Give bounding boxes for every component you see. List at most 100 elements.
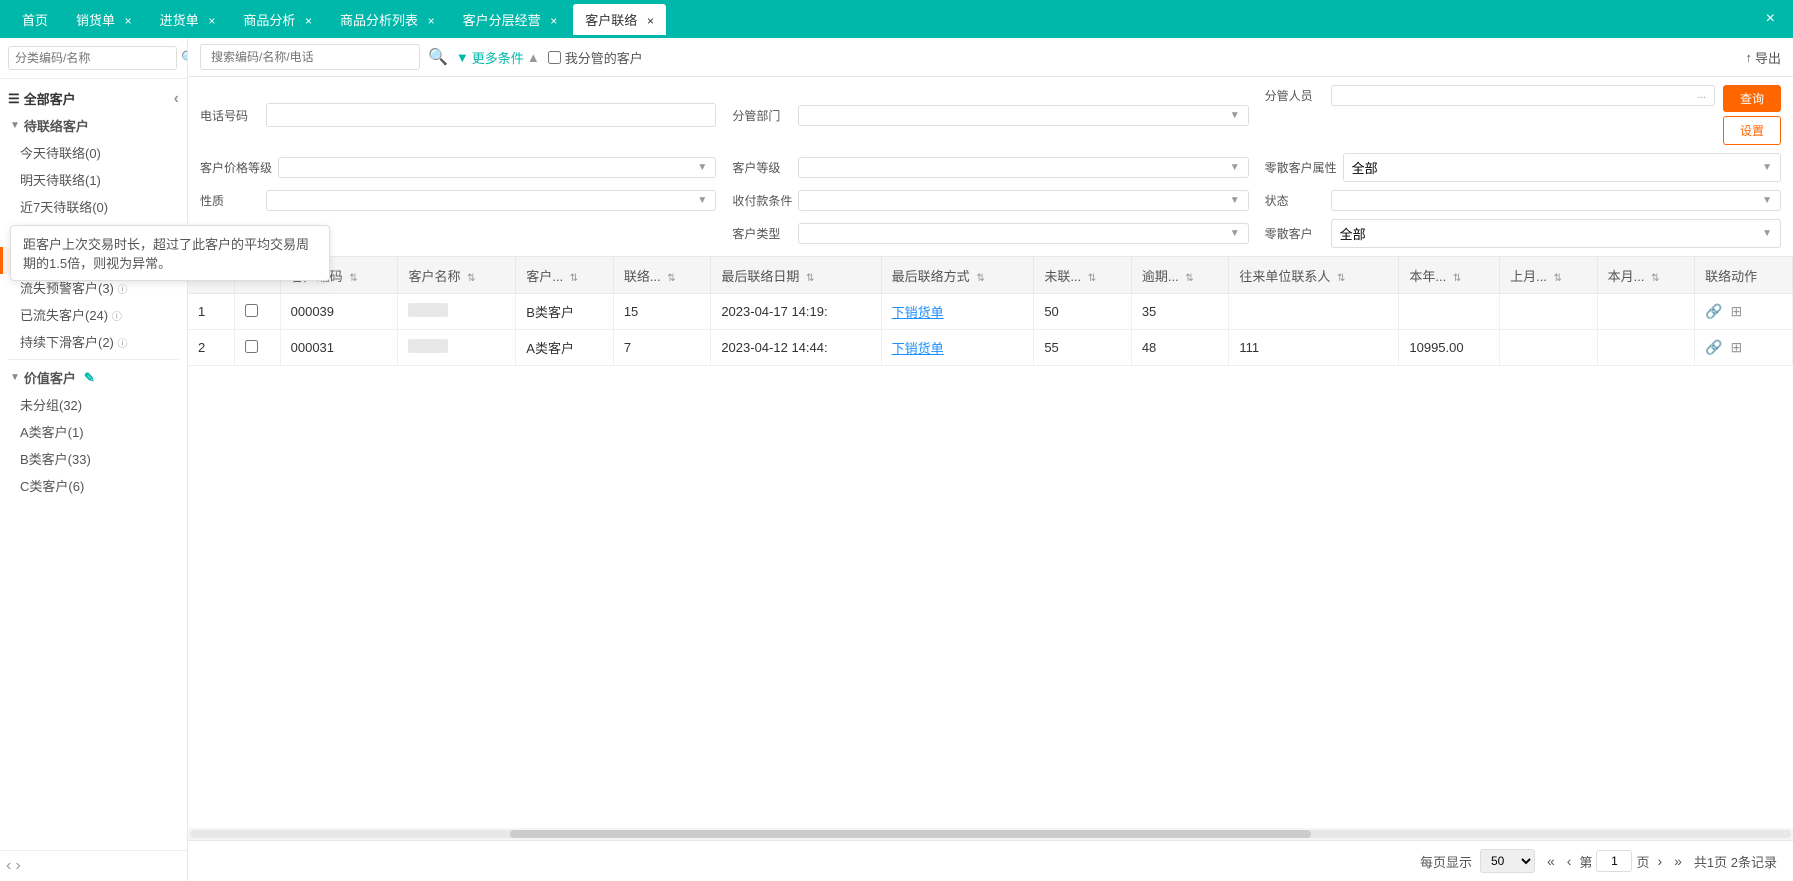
filter-customer-type: 客户类型 ▼: [732, 219, 1248, 248]
table-row: 1 000039 B类客户 15 2023-04-17 14:19:: [188, 294, 1793, 330]
sidebar-item-class-c[interactable]: C类客户(6): [0, 472, 187, 499]
sort-icon[interactable]: ⇅: [349, 273, 357, 284]
sidebar-search-input[interactable]: [8, 46, 177, 70]
row-actions: 🔗 ⊞: [1695, 294, 1793, 330]
prev-page-button[interactable]: ‹: [1563, 851, 1576, 871]
sort-icon[interactable]: ⇅: [1554, 273, 1562, 284]
sidebar-prev-icon[interactable]: ‹: [6, 857, 11, 875]
sort-icon[interactable]: ⇅: [467, 273, 475, 284]
scatter-attr-select[interactable]: 全部 ▼: [1343, 153, 1781, 182]
sidebar-item-class-b[interactable]: B类客户(33): [0, 445, 187, 472]
sort-icon[interactable]: ⇅: [806, 273, 814, 284]
dept-select[interactable]: ▼: [798, 105, 1248, 126]
sidebar-item-class-a[interactable]: A类客户(1): [0, 418, 187, 445]
tab-home[interactable]: 首页: [10, 4, 60, 35]
status-select[interactable]: ▼: [1331, 190, 1781, 211]
row-last-method[interactable]: 下销货单: [881, 330, 1034, 366]
last-page-button[interactable]: »: [1670, 851, 1686, 871]
close-icon[interactable]: ×: [647, 14, 654, 28]
my-customers-filter[interactable]: 我分管的客户: [548, 48, 643, 67]
filter-payment: 收付款条件 ▼: [732, 190, 1248, 211]
tab-customer-layered[interactable]: 客户分层经营 ×: [451, 4, 570, 35]
sidebar-item-today[interactable]: 今天待联络(0): [0, 139, 187, 166]
chevron-down-icon: ▼: [1230, 195, 1240, 206]
group-value-customer[interactable]: ▼ 价值客户 ✎: [0, 364, 187, 391]
col-last-method: 最后联络方式 ⇅: [881, 257, 1034, 294]
sort-icon[interactable]: ⇅: [667, 273, 675, 284]
search-button[interactable]: 🔍: [428, 47, 448, 67]
sort-icon[interactable]: ⇅: [570, 273, 578, 284]
close-icon[interactable]: ×: [305, 14, 312, 28]
group-pending-contact[interactable]: ▼ 待联络客户: [0, 112, 187, 139]
first-page-button[interactable]: «: [1543, 851, 1559, 871]
my-customers-checkbox[interactable]: [548, 51, 561, 64]
row-select-checkbox[interactable]: [245, 340, 258, 353]
query-button[interactable]: 查询: [1723, 85, 1781, 112]
next-page-button[interactable]: ›: [1653, 851, 1666, 871]
pagination: 每页显示 20 50 100 « ‹ 第 页 › » 共1页 2条记录: [188, 840, 1793, 881]
grid-icon[interactable]: ⊞: [1731, 339, 1743, 356]
row-uncontacted: 55: [1034, 330, 1132, 366]
price-level-select[interactable]: ▼: [278, 157, 716, 178]
close-icon[interactable]: ×: [208, 14, 215, 28]
sidebar-search-area: 🔍: [0, 38, 187, 79]
main-content: 🔍 ▼ 更多条件 ▲ 我分管的客户 ↑ 导出 电话号码 分管部: [188, 38, 1793, 881]
collapse-icon[interactable]: ‹: [174, 90, 179, 108]
scatter-customer-select[interactable]: 全部 ▼: [1331, 219, 1781, 248]
data-table-area: ⚙ 客户编码 ⇅ 客户名称 ⇅: [188, 257, 1793, 828]
page-number-input[interactable]: [1596, 850, 1632, 872]
close-icon[interactable]: ×: [428, 14, 435, 28]
sidebar-search-icon[interactable]: 🔍: [181, 50, 188, 66]
sort-icon[interactable]: ⇅: [976, 273, 984, 284]
search-input[interactable]: [200, 44, 420, 70]
sort-icon[interactable]: ⇅: [1453, 273, 1461, 284]
tab-product-analysis-list[interactable]: 商品分析列表 ×: [328, 4, 447, 35]
window-close-button[interactable]: ×: [1758, 6, 1783, 32]
sidebar-item-7days[interactable]: 近7天待联络(0): [0, 193, 187, 220]
contact-icon[interactable]: 🔗: [1705, 339, 1722, 356]
row-checkbox[interactable]: [235, 294, 281, 330]
name-avatar: [408, 303, 448, 317]
tab-sales-order[interactable]: 销货单 ×: [64, 4, 144, 35]
col-name: 客户名称 ⇅: [398, 257, 516, 294]
sort-icon[interactable]: ⇅: [1651, 273, 1659, 284]
close-icon[interactable]: ×: [125, 14, 132, 28]
sidebar-item-churned[interactable]: 已流失客户(24) ⓘ: [0, 301, 187, 328]
filter-nature: 性质 ▼: [200, 190, 716, 211]
all-customers-header[interactable]: ☰ 全部客户 ‹: [0, 85, 187, 112]
tab-purchase-order[interactable]: 进货单 ×: [148, 4, 228, 35]
row-select-checkbox[interactable]: [245, 304, 258, 317]
row-last-date: 2023-04-12 14:44:: [711, 330, 881, 366]
sidebar-tree: ☰ 全部客户 ‹ ▼ 待联络客户 今天待联络(0) 明天待联络(1) 近7天待联…: [0, 79, 187, 850]
contact-icon[interactable]: 🔗: [1705, 303, 1722, 320]
grid-icon[interactable]: ⊞: [1731, 303, 1743, 320]
sort-icon[interactable]: ⇅: [1088, 273, 1096, 284]
row-last-method[interactable]: 下销货单: [881, 294, 1034, 330]
sidebar-next-icon[interactable]: ›: [15, 857, 20, 875]
customer-type-select[interactable]: ▼: [798, 223, 1248, 244]
more-conditions-button[interactable]: ▼ 更多条件 ▲: [456, 48, 540, 67]
sidebar-item-declining[interactable]: 持续下滑客户(2) ⓘ: [0, 328, 187, 355]
row-this-year: 10995.00: [1399, 330, 1500, 366]
tab-customer-contact[interactable]: 客户联络 ×: [573, 4, 666, 35]
payment-select[interactable]: ▼: [798, 190, 1248, 211]
customer-level-select[interactable]: ▼: [798, 157, 1248, 178]
settings-button[interactable]: 设置: [1723, 116, 1781, 145]
person-select[interactable]: ...: [1331, 85, 1715, 106]
chevron-down-icon: ▼: [1230, 228, 1240, 239]
export-button[interactable]: ↑ 导出: [1745, 48, 1781, 67]
row-checkbox[interactable]: [235, 330, 281, 366]
nature-select[interactable]: ▼: [266, 190, 716, 211]
sort-icon[interactable]: ⇅: [1337, 273, 1345, 284]
horizontal-scrollbar[interactable]: [188, 828, 1793, 840]
scrollbar-thumb[interactable]: [510, 830, 1311, 838]
sidebar-item-tomorrow[interactable]: 明天待联络(1): [0, 166, 187, 193]
tab-product-analysis[interactable]: 商品分析 ×: [231, 4, 324, 35]
phone-input[interactable]: [266, 103, 716, 127]
sidebar-item-ungrouped[interactable]: 未分组(32): [0, 391, 187, 418]
per-page-select[interactable]: 20 50 100: [1480, 849, 1535, 873]
close-icon[interactable]: ×: [550, 14, 557, 28]
edit-icon[interactable]: ✎: [84, 370, 95, 386]
sort-icon[interactable]: ⇅: [1185, 273, 1193, 284]
row-last-month: [1500, 330, 1598, 366]
